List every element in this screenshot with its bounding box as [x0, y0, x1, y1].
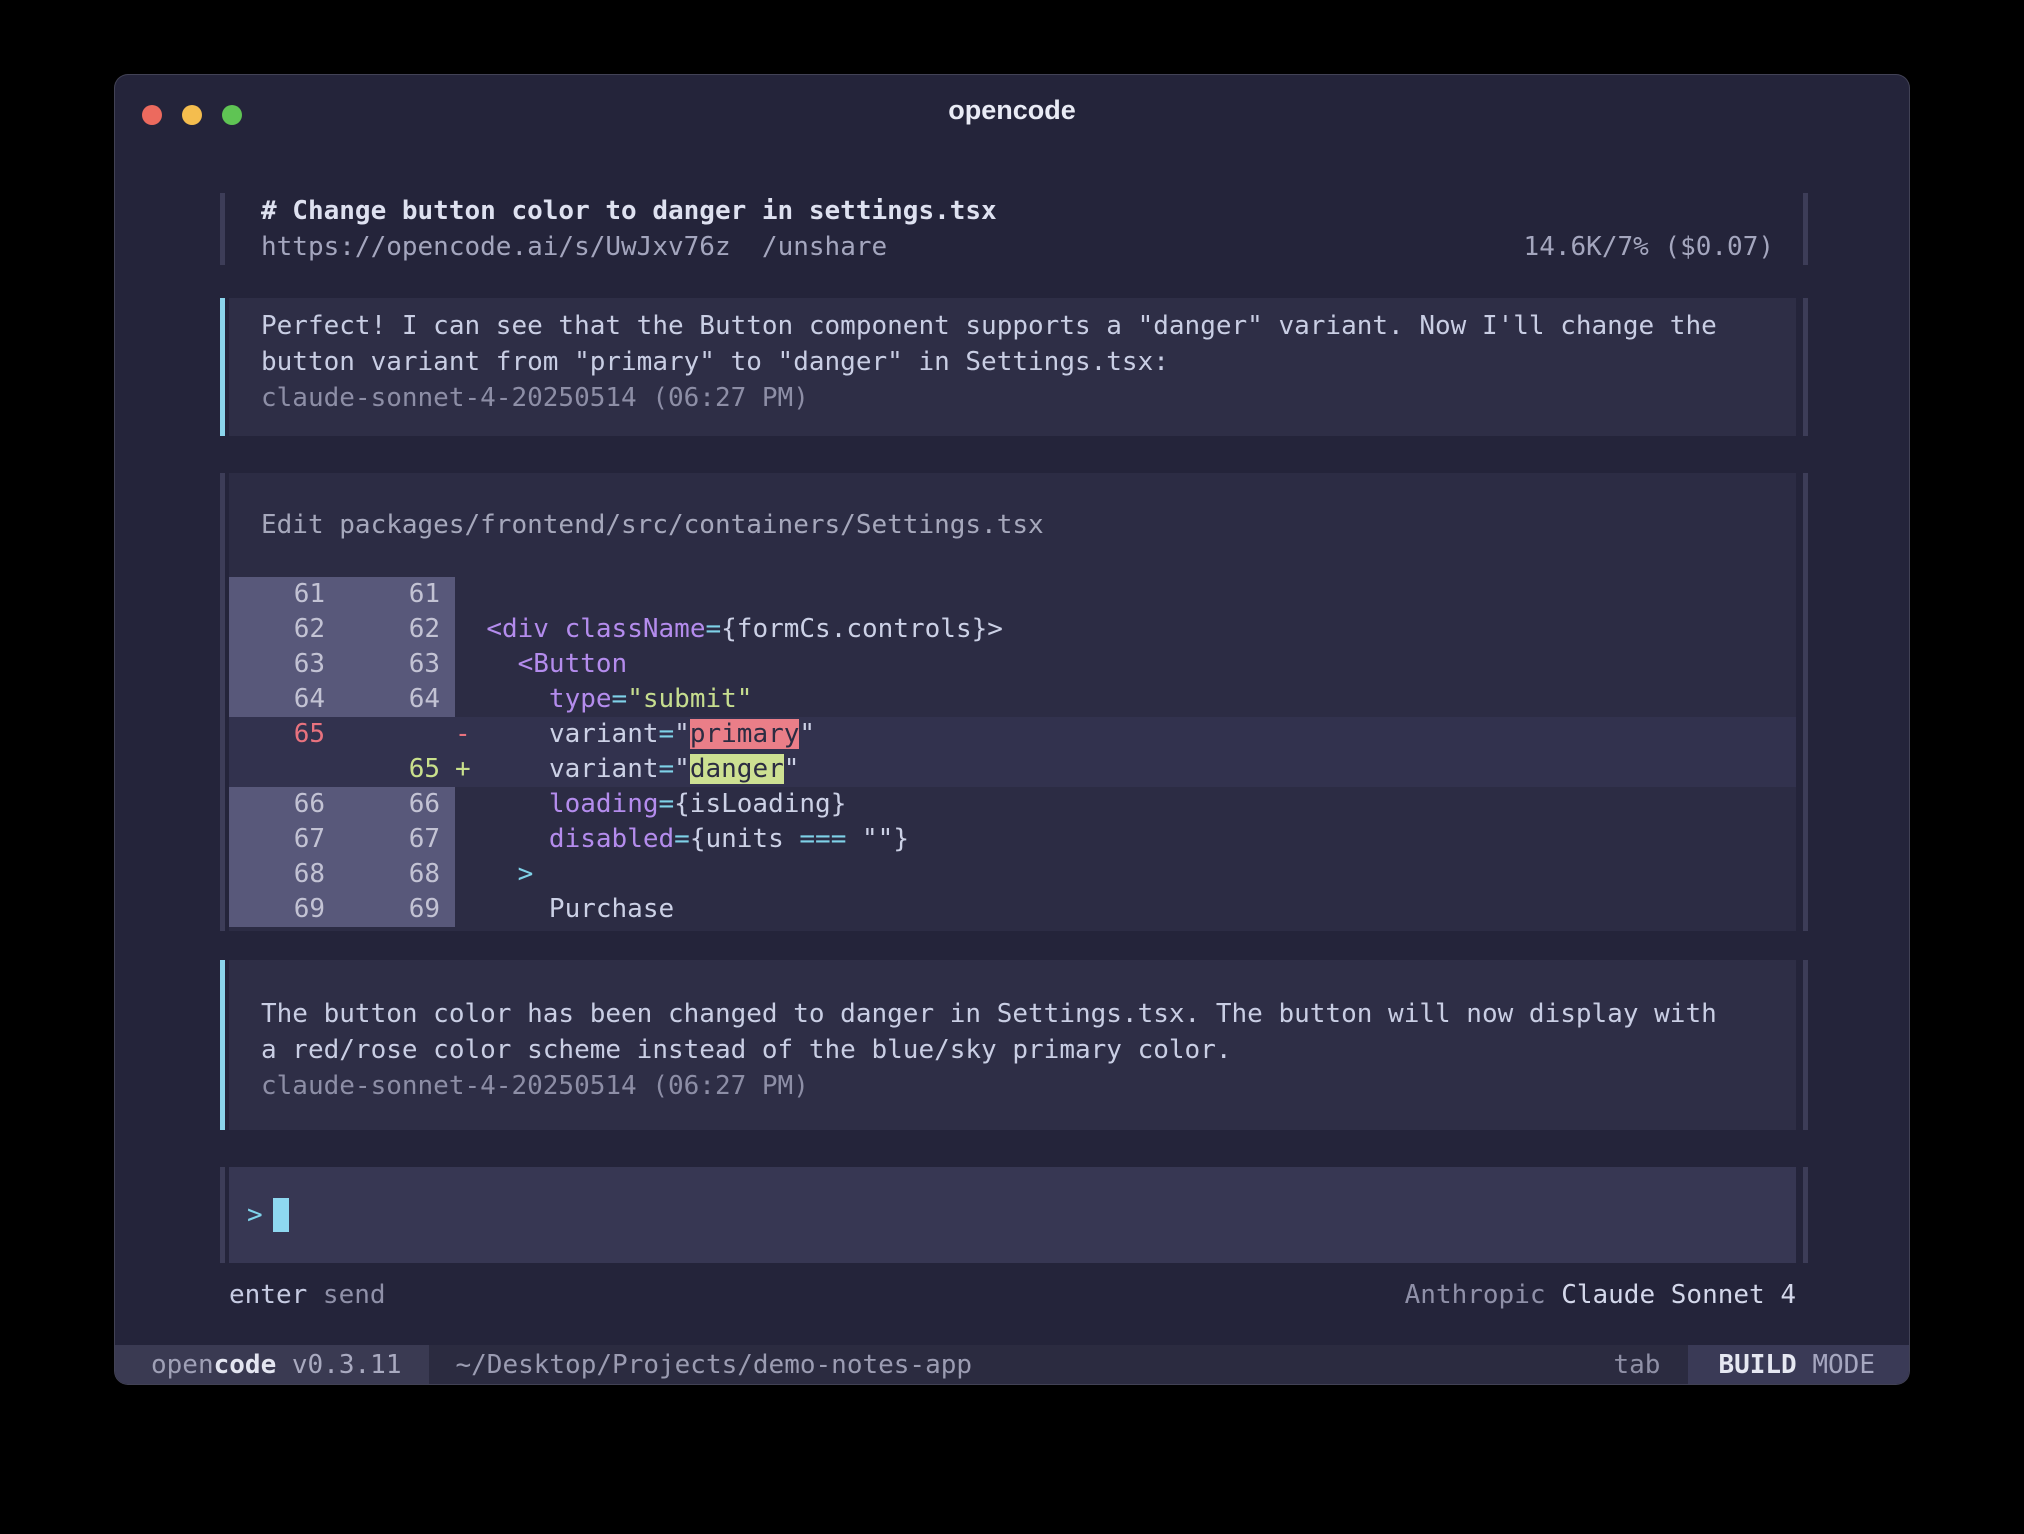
minimize-button[interactable]: [182, 105, 202, 125]
diff-row: 6464 type="submit": [229, 682, 1796, 717]
tab-key-hint: tab: [1613, 1350, 1660, 1380]
message-accent-bar: [220, 960, 225, 1130]
zoom-button[interactable]: [222, 105, 242, 125]
footer-hint-row: enter send Anthropic Claude Sonnet 4: [220, 1277, 1808, 1313]
assistant-message: Perfect! I can see that the Button compo…: [220, 298, 1808, 436]
text-cursor: [273, 1198, 289, 1232]
diff-row: 6767 disabled={units === ""}: [229, 822, 1796, 857]
diff-code-line: - variant="primary": [455, 717, 815, 752]
prompt-input[interactable]: >: [229, 1167, 1796, 1263]
diff-code-line: >: [455, 857, 533, 892]
mode-suffix: MODE: [1797, 1350, 1875, 1380]
app-name-code: code: [214, 1350, 277, 1380]
opencode-window: opencode # Change button color to danger…: [114, 74, 1910, 1385]
mode-chip[interactable]: BUILD MODE: [1688, 1345, 1909, 1384]
close-button[interactable]: [142, 105, 162, 125]
diff-code-line: Purchase: [455, 892, 674, 927]
session-header: # Change button color to danger in setti…: [220, 193, 1808, 265]
diff-view: 61616262 <div className={formCs.controls…: [229, 577, 1796, 927]
diff-code-line: disabled={units === ""}: [455, 822, 909, 857]
edit-right-bar: [1803, 473, 1808, 931]
app-name-open: open: [151, 1350, 214, 1380]
message-accent-bar: [220, 298, 225, 436]
diff-row: 6868 >: [229, 857, 1796, 892]
titlebar: opencode: [115, 75, 1909, 155]
diff-code-line: type="submit": [455, 682, 752, 717]
prompt-block: >: [220, 1167, 1808, 1263]
message-right-bar: [1803, 298, 1808, 436]
working-directory: ~/Desktop/Projects/demo-notes-app: [455, 1350, 972, 1380]
diff-gutter: 6363: [229, 647, 455, 682]
diff-gutter: 6969: [229, 892, 455, 927]
diff-row: 6161: [229, 577, 1796, 612]
model-name-label: Claude Sonnet 4: [1561, 1280, 1796, 1310]
diff-gutter: 6666: [229, 787, 455, 822]
message-right-bar: [1803, 960, 1808, 1130]
diff-gutter: 65: [229, 717, 455, 752]
message-model-timestamp: claude-sonnet-4-20250514 (06:27 PM): [261, 380, 1796, 416]
window-title: opencode: [115, 75, 1909, 126]
message-model-timestamp: claude-sonnet-4-20250514 (06:27 PM): [261, 1068, 1796, 1104]
unshare-command[interactable]: /unshare: [762, 229, 887, 265]
diff-row: 65+ variant="danger": [229, 752, 1796, 787]
diff-gutter: 6464: [229, 682, 455, 717]
diff-gutter: 6161: [229, 577, 455, 612]
prompt-left-bar: [220, 1167, 225, 1263]
send-hint-label: send: [307, 1277, 385, 1313]
diff-code-line: + variant="danger": [455, 752, 799, 787]
diff-row: 65- variant="primary": [229, 717, 1796, 752]
diff-gutter: 65: [229, 752, 455, 787]
diff-code-line: loading={isLoading}: [455, 787, 846, 822]
diff-code-line: <div className={formCs.controls}>: [455, 612, 1003, 647]
assistant-message: The button color has been changed to dan…: [220, 960, 1808, 1130]
app-version-chip: opencode v0.3.11: [115, 1345, 429, 1384]
app-version: v0.3.11: [276, 1350, 401, 1380]
enter-key-hint: enter: [229, 1277, 307, 1313]
diff-gutter: 6868: [229, 857, 455, 892]
header-left-bar: [220, 193, 225, 265]
diff-row: 6363 <Button: [229, 647, 1796, 682]
diff-code-line: <Button: [455, 647, 627, 682]
share-url: https://opencode.ai/s/UwJxv76z: [261, 229, 731, 265]
edit-file-path: Edit packages/frontend/src/containers/Se…: [229, 473, 1796, 543]
prompt-right-bar: [1803, 1167, 1808, 1263]
diff-row: 6666 loading={isLoading}: [229, 787, 1796, 822]
provider-label: Anthropic: [1405, 1280, 1562, 1310]
edit-tool-block: Edit packages/frontend/src/containers/Se…: [220, 473, 1808, 931]
diff-gutter: 6262: [229, 612, 455, 647]
diff-row: 6969 Purchase: [229, 892, 1796, 927]
message-text: Perfect! I can see that the Button compo…: [261, 308, 1796, 380]
diff-gutter: 6767: [229, 822, 455, 857]
edit-left-bar: [220, 473, 225, 931]
status-bar: opencode v0.3.11 ~/Desktop/Projects/demo…: [115, 1345, 1909, 1384]
prompt-symbol: >: [247, 1200, 263, 1230]
session-title: # Change button color to danger in setti…: [261, 193, 1796, 229]
message-text: The button color has been changed to dan…: [261, 996, 1796, 1068]
mode-name: BUILD: [1718, 1350, 1796, 1380]
token-usage: 14.6K/7% ($0.07): [1524, 229, 1796, 265]
diff-row: 6262 <div className={formCs.controls}>: [229, 612, 1796, 647]
header-right-bar: [1803, 193, 1808, 265]
